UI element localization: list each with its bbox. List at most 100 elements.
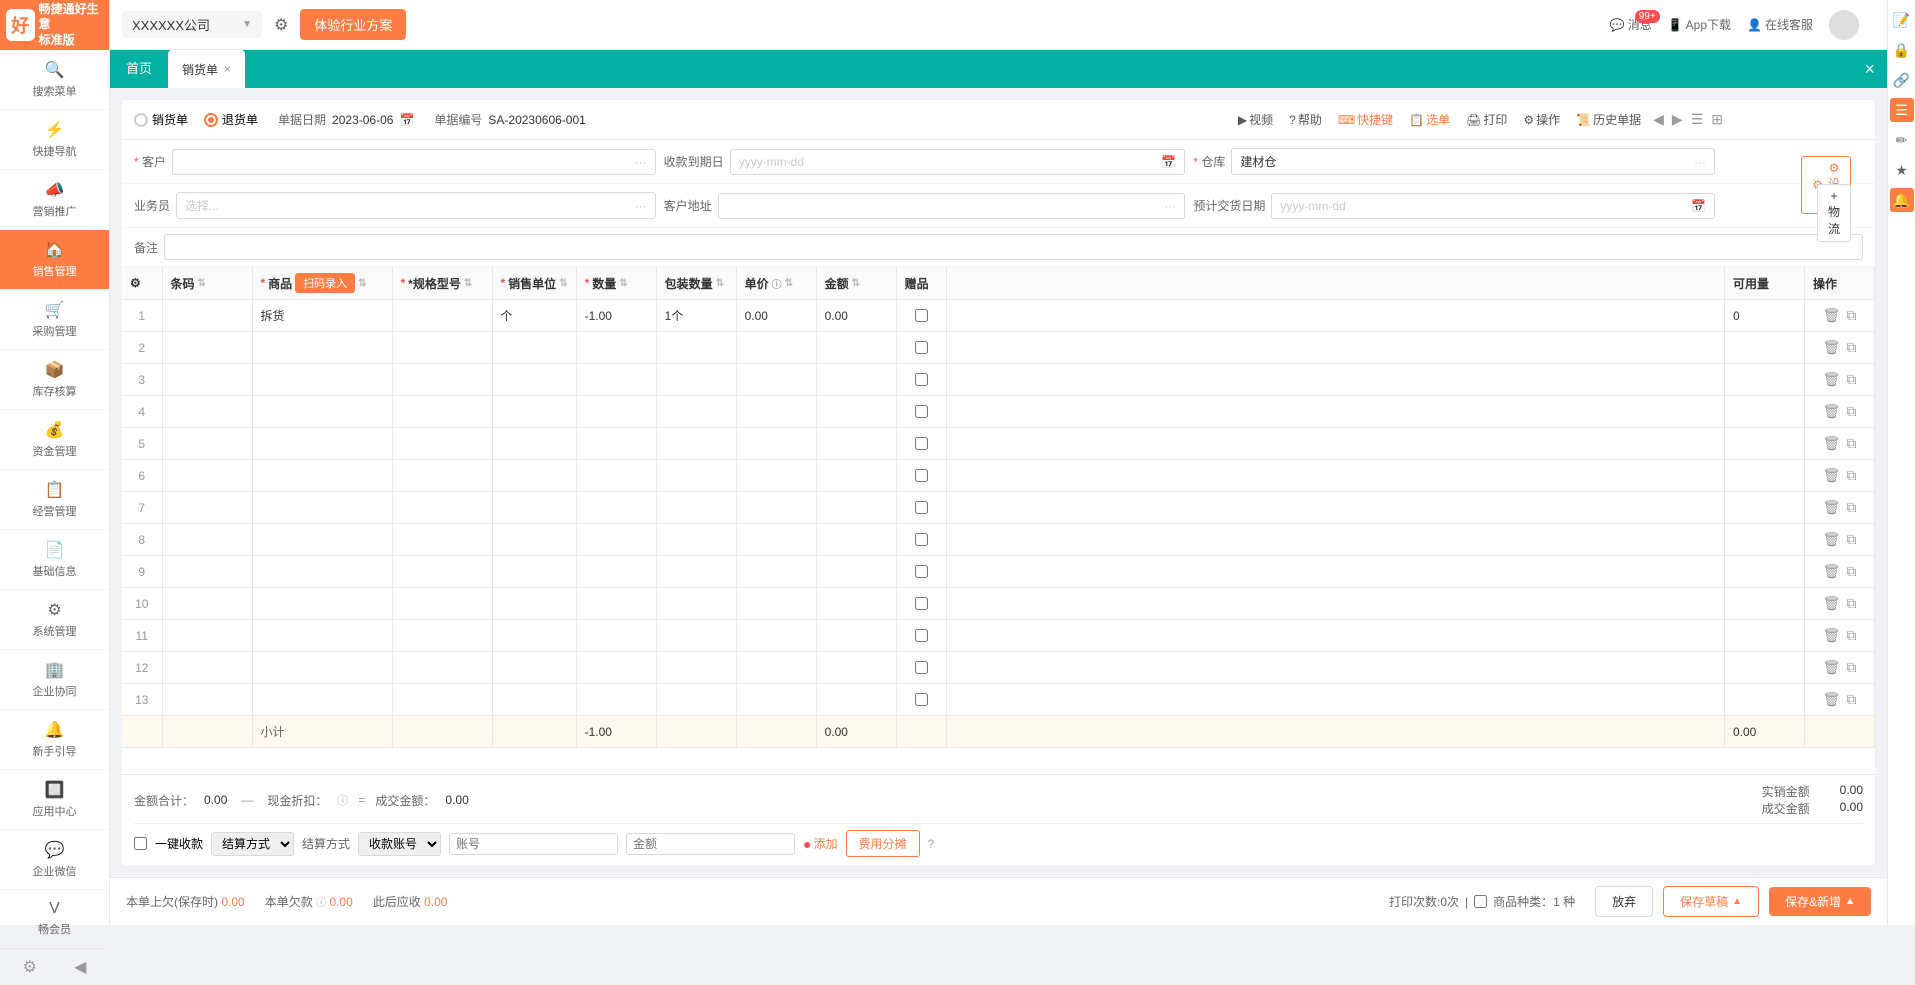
cell-product-12[interactable] — [252, 684, 392, 716]
delete-icon-8[interactable]: 🗑 — [1823, 563, 1841, 580]
right-panel-list-icon[interactable]: ☰ — [1890, 98, 1914, 122]
cell-pkg-10[interactable] — [656, 620, 736, 652]
copy-icon-8[interactable]: ⧉ — [1846, 563, 1856, 580]
cell-price-8[interactable] — [736, 556, 816, 588]
sidebar-item-operations[interactable]: 📋经营管理 — [0, 470, 109, 530]
cell-unit-9[interactable] — [492, 588, 576, 620]
radio-sales-order[interactable]: 销货单 — [134, 111, 188, 128]
delete-icon-0[interactable]: 🗑 — [1823, 307, 1841, 324]
message-btn[interactable]: 💬 消息 99+ — [1610, 16, 1652, 33]
sidebar-item-inventory[interactable]: 📦库存核算 — [0, 350, 109, 410]
cell-note-4[interactable] — [946, 428, 1724, 460]
cell-barcode-1[interactable] — [162, 332, 252, 364]
user-avatar[interactable] — [1829, 10, 1859, 40]
cell-spec-10[interactable] — [392, 620, 492, 652]
cell-price-4[interactable] — [736, 428, 816, 460]
topbar-settings-icon[interactable]: ⚙ — [270, 11, 292, 39]
sidebar-item-guide[interactable]: 🔔新手引导 — [0, 710, 109, 770]
cell-note-10[interactable] — [946, 620, 1724, 652]
cell-price-3[interactable] — [736, 396, 816, 428]
cell-note-7[interactable] — [946, 524, 1724, 556]
delete-icon-12[interactable]: 🗑 — [1823, 691, 1841, 708]
cell-gift-2[interactable] — [896, 364, 946, 396]
scan-btn[interactable]: 扫码录入 — [295, 273, 355, 293]
cell-spec-1[interactable] — [392, 332, 492, 364]
product-type-checkbox[interactable] — [1474, 895, 1487, 908]
cell-unit-6[interactable] — [492, 492, 576, 524]
help-btn[interactable]: ? 帮助 — [1283, 108, 1328, 131]
cell-pkg-0[interactable]: 1个 — [656, 300, 736, 332]
copy-icon-2[interactable]: ⧉ — [1846, 371, 1856, 388]
cell-spec-7[interactable] — [392, 524, 492, 556]
sidebar-item-finance[interactable]: 💰资金管理 — [0, 410, 109, 470]
sidebar-item-wechat[interactable]: 💬企业微信 — [0, 830, 109, 890]
cell-gift-12[interactable] — [896, 684, 946, 716]
cell-gift-8[interactable] — [896, 556, 946, 588]
cell-unit-0[interactable]: 个 — [492, 300, 576, 332]
delete-icon-5[interactable]: 🗑 — [1823, 467, 1841, 484]
sidebar-collapse-icon[interactable]: ◀ — [74, 957, 86, 977]
cell-product-2[interactable] — [252, 364, 392, 396]
sidebar-item-search[interactable]: 🔍搜索菜单 — [0, 50, 109, 110]
cell-amount-3[interactable] — [816, 396, 896, 428]
close-window-icon[interactable]: × — [1852, 50, 1887, 88]
cell-product-0[interactable]: 拆货 — [252, 300, 392, 332]
sidebar-item-enterprise[interactable]: 🏢企业协同 — [0, 650, 109, 710]
cell-amount-6[interactable] — [816, 492, 896, 524]
save-new-btn[interactable]: 保存&新增 ▲ — [1769, 887, 1871, 916]
cell-note-8[interactable] — [946, 556, 1724, 588]
grid-view-btn[interactable]: ⊞ — [1709, 109, 1725, 130]
cell-spec-5[interactable] — [392, 460, 492, 492]
cell-amount-2[interactable] — [816, 364, 896, 396]
cell-qty-7[interactable] — [576, 524, 656, 556]
cell-spec-4[interactable] — [392, 428, 492, 460]
cell-barcode-4[interactable] — [162, 428, 252, 460]
date-calendar-icon[interactable]: 📅 — [399, 113, 414, 127]
cell-unit-12[interactable] — [492, 684, 576, 716]
logistics-btn[interactable]: + 物流 — [1817, 184, 1851, 242]
delete-icon-4[interactable]: 🗑 — [1823, 435, 1841, 452]
sidebar-item-sales[interactable]: 🏠销售管理 — [0, 230, 109, 290]
cell-amount-7[interactable] — [816, 524, 896, 556]
cell-gift-10[interactable] — [896, 620, 946, 652]
cell-product-6[interactable] — [252, 492, 392, 524]
prev-btn[interactable]: ◀ — [1651, 109, 1666, 130]
cell-spec-9[interactable] — [392, 588, 492, 620]
choose-btn[interactable]: 📋 选单 — [1403, 108, 1456, 131]
copy-icon-6[interactable]: ⧉ — [1846, 499, 1856, 516]
copy-icon-5[interactable]: ⧉ — [1846, 467, 1856, 484]
cell-unit-7[interactable] — [492, 524, 576, 556]
print-btn[interactable]: 🖨 打印 — [1460, 108, 1513, 131]
cell-product-1[interactable] — [252, 332, 392, 364]
radio-return-order[interactable]: 退货单 — [204, 111, 258, 128]
company-selector[interactable]: XXXXXX公司 ▼ — [122, 11, 262, 38]
cell-note-1[interactable] — [946, 332, 1724, 364]
copy-icon-1[interactable]: ⧉ — [1846, 339, 1856, 356]
cell-amount-5[interactable] — [816, 460, 896, 492]
cell-qty-4[interactable] — [576, 428, 656, 460]
cell-pkg-6[interactable] — [656, 492, 736, 524]
delete-icon-1[interactable]: 🗑 — [1823, 339, 1841, 356]
cell-gift-1[interactable] — [896, 332, 946, 364]
cell-note-5[interactable] — [946, 460, 1724, 492]
right-panel-lock-icon[interactable]: 🔒 — [1890, 38, 1914, 62]
delete-icon-3[interactable]: 🗑 — [1823, 403, 1841, 420]
cell-price-7[interactable] — [736, 524, 816, 556]
cell-pkg-7[interactable] — [656, 524, 736, 556]
cell-note-6[interactable] — [946, 492, 1724, 524]
cell-product-8[interactable] — [252, 556, 392, 588]
history-btn[interactable]: 📜 历史单据 — [1570, 108, 1647, 131]
cell-unit-8[interactable] — [492, 556, 576, 588]
one-click-pay-checkbox[interactable] — [134, 837, 147, 850]
sidebar-item-marketing[interactable]: 📣营销推广 — [0, 170, 109, 230]
amount-input[interactable] — [626, 833, 795, 855]
account-input[interactable] — [449, 833, 618, 855]
right-panel-orange-icon[interactable]: 🔔 — [1890, 188, 1914, 212]
sort-icon-price[interactable]: ⇅ — [785, 278, 793, 289]
cell-price-1[interactable] — [736, 332, 816, 364]
cell-spec-2[interactable] — [392, 364, 492, 396]
delete-icon-11[interactable]: 🗑 — [1823, 659, 1841, 676]
cell-gift-3[interactable] — [896, 396, 946, 428]
delete-icon-9[interactable]: 🗑 — [1823, 595, 1841, 612]
sidebar-item-shortcut[interactable]: ⚡快捷导航 — [0, 110, 109, 170]
